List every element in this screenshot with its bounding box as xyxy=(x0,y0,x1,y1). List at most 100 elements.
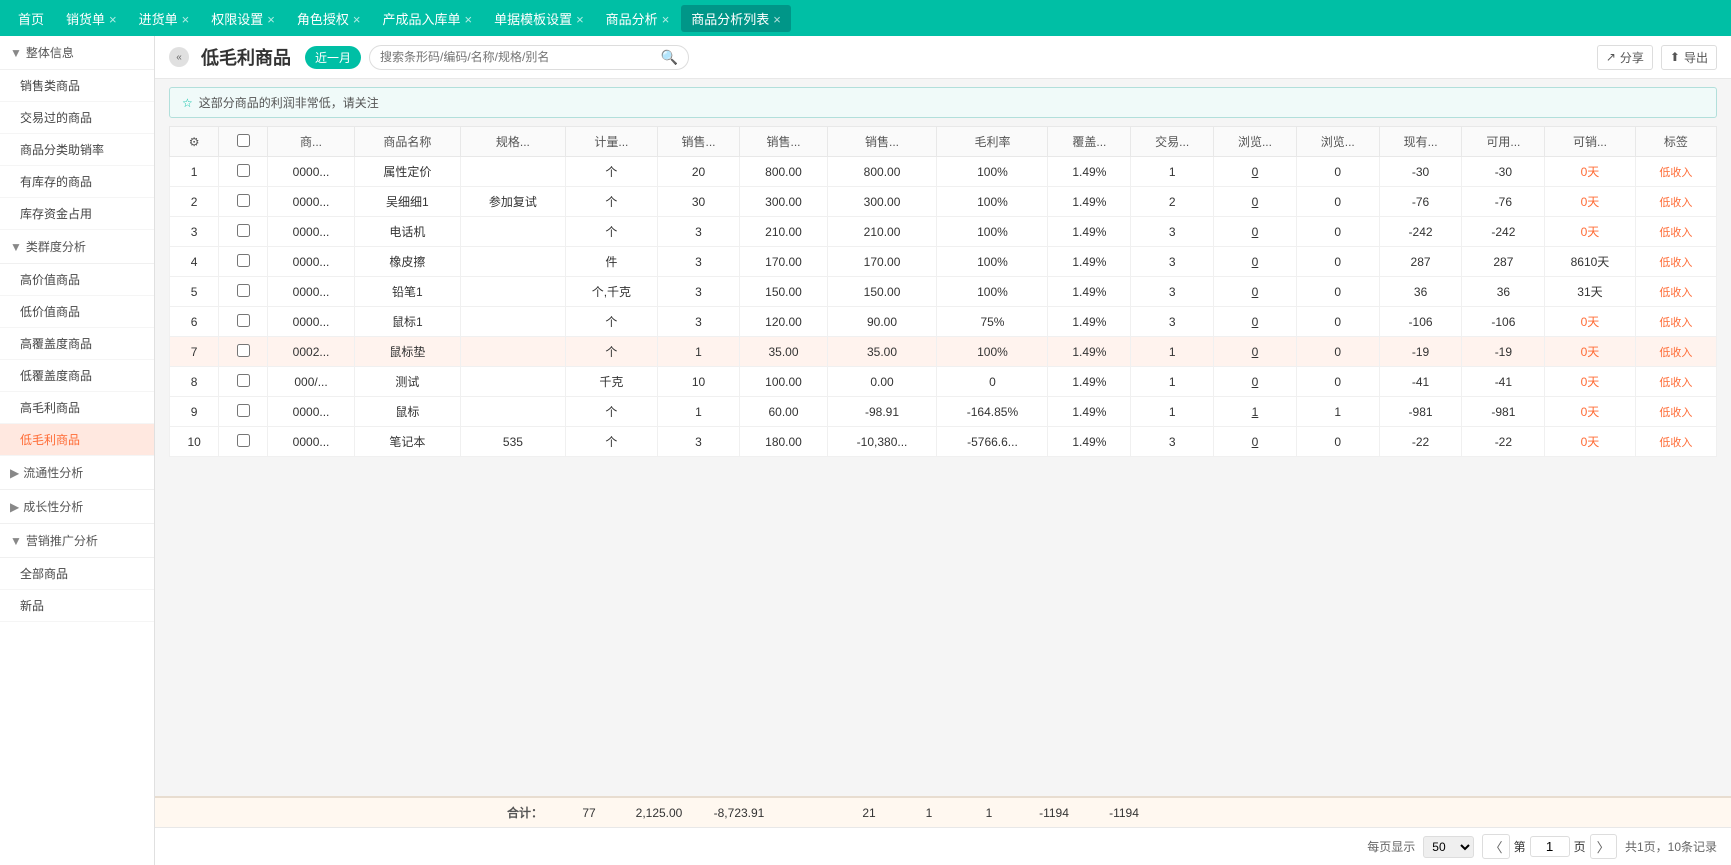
sidebar-item-traded-products[interactable]: 交易过的商品 xyxy=(0,102,154,134)
row-price1: 800.00 xyxy=(740,157,827,187)
browse-link[interactable]: 0 xyxy=(1252,315,1259,329)
sidebar-item-all-products[interactable]: 全部商品 xyxy=(0,558,154,590)
row-browse1[interactable]: 0 xyxy=(1214,277,1297,307)
col-stock-header[interactable]: 现有... xyxy=(1379,127,1462,157)
browse-link[interactable]: 0 xyxy=(1252,225,1259,239)
row-select-checkbox[interactable] xyxy=(237,344,250,357)
row-checkbox[interactable] xyxy=(219,427,268,457)
col-price2-header[interactable]: 销售... xyxy=(827,127,937,157)
col-settings[interactable]: ⚙ xyxy=(170,127,219,157)
sidebar-item-low-value[interactable]: 低价值商品 xyxy=(0,296,154,328)
page-size-select[interactable]: 50 20 100 200 xyxy=(1423,836,1474,858)
search-icon[interactable]: 🔍 xyxy=(661,49,678,66)
sidebar-item-sales-products[interactable]: 销售类商品 xyxy=(0,70,154,102)
browse-link[interactable]: 0 xyxy=(1252,255,1259,269)
col-name-header[interactable]: 商品名称 xyxy=(355,127,461,157)
next-page-btn[interactable]: 〉 xyxy=(1590,834,1617,859)
nav-permission[interactable]: 权限设置× xyxy=(201,5,285,32)
col-price1-header[interactable]: 销售... xyxy=(740,127,827,157)
nav-product-analysis-list[interactable]: 商品分析列表× xyxy=(681,5,791,32)
sidebar-item-stock-capital[interactable]: 库存资金占用 xyxy=(0,198,154,230)
sidebar-group-circulation[interactable]: ▶流通性分析 xyxy=(0,456,154,490)
sidebar-group-marketing[interactable]: ▼营销推广分析 xyxy=(0,524,154,558)
nav-product-analysis[interactable]: 商品分析× xyxy=(596,5,680,32)
row-browse1[interactable]: 0 xyxy=(1214,247,1297,277)
row-select-checkbox[interactable] xyxy=(237,434,250,447)
search-input[interactable] xyxy=(380,50,657,64)
col-avail-header[interactable]: 可用... xyxy=(1462,127,1545,157)
row-select-checkbox[interactable] xyxy=(237,164,250,177)
row-checkbox[interactable] xyxy=(219,367,268,397)
browse-link[interactable]: 0 xyxy=(1252,165,1259,179)
col-code-header[interactable]: 商... xyxy=(267,127,354,157)
nav-purchase[interactable]: 进货单× xyxy=(129,5,200,32)
sidebar-group-overall[interactable]: ▼整体信息 xyxy=(0,36,154,70)
sidebar-item-high-value[interactable]: 高价值商品 xyxy=(0,264,154,296)
prev-page-btn[interactable]: 〈 xyxy=(1482,834,1509,859)
row-select-checkbox[interactable] xyxy=(237,224,250,237)
row-select-checkbox[interactable] xyxy=(237,314,250,327)
row-browse1[interactable]: 1 xyxy=(1214,397,1297,427)
sidebar-item-in-stock[interactable]: 有库存的商品 xyxy=(0,166,154,198)
row-select-checkbox[interactable] xyxy=(237,404,250,417)
nav-product-inbound[interactable]: 产成品入库单× xyxy=(372,5,482,32)
sidebar-item-high-margin[interactable]: 高毛利商品 xyxy=(0,392,154,424)
row-browse1[interactable]: 0 xyxy=(1214,217,1297,247)
nav-home[interactable]: 首页 xyxy=(8,5,54,32)
sidebar-item-category-rate[interactable]: 商品分类助销率 xyxy=(0,134,154,166)
row-browse1[interactable]: 0 xyxy=(1214,187,1297,217)
browse-link[interactable]: 0 xyxy=(1252,435,1259,449)
sidebar-collapse-btn[interactable]: « xyxy=(169,47,189,67)
browse-link[interactable]: 1 xyxy=(1252,405,1259,419)
row-price1: 60.00 xyxy=(740,397,827,427)
row-checkbox[interactable] xyxy=(219,307,268,337)
nav-role[interactable]: 角色授权× xyxy=(287,5,371,32)
row-browse1[interactable]: 0 xyxy=(1214,307,1297,337)
share-btn[interactable]: ↗ 分享 xyxy=(1597,45,1653,70)
row-checkbox[interactable] xyxy=(219,397,268,427)
col-saleable-header[interactable]: 可销... xyxy=(1545,127,1635,157)
col-checkbox[interactable] xyxy=(219,127,268,157)
row-select-checkbox[interactable] xyxy=(237,254,250,267)
filter-month-btn[interactable]: 近一月 xyxy=(305,46,361,69)
row-checkbox[interactable] xyxy=(219,157,268,187)
nav-sales[interactable]: 销货单× xyxy=(56,5,127,32)
col-spec-header[interactable]: 规格... xyxy=(460,127,566,157)
row-checkbox[interactable] xyxy=(219,337,268,367)
col-browse1-header[interactable]: 浏览... xyxy=(1214,127,1297,157)
browse-link[interactable]: 0 xyxy=(1252,375,1259,389)
row-browse1[interactable]: 0 xyxy=(1214,337,1297,367)
row-checkbox[interactable] xyxy=(219,187,268,217)
nav-template[interactable]: 单据模板设置× xyxy=(484,5,594,32)
export-btn[interactable]: ⬆ 导出 xyxy=(1661,45,1717,70)
row-select-checkbox[interactable] xyxy=(237,284,250,297)
col-unit-header[interactable]: 计量... xyxy=(566,127,657,157)
settings-icon[interactable]: ⚙ xyxy=(189,135,200,149)
sidebar-item-low-coverage[interactable]: 低覆盖度商品 xyxy=(0,360,154,392)
col-trade-header[interactable]: 交易... xyxy=(1131,127,1214,157)
row-select-checkbox[interactable] xyxy=(237,194,250,207)
col-qty-header[interactable]: 销售... xyxy=(657,127,740,157)
row-checkbox[interactable] xyxy=(219,247,268,277)
sidebar-item-low-margin[interactable]: 低毛利商品 xyxy=(0,424,154,456)
col-browse2-header[interactable]: 浏览... xyxy=(1296,127,1379,157)
browse-link[interactable]: 0 xyxy=(1252,195,1259,209)
table-container[interactable]: ⚙ 商... 商品名称 规格... 计量... 销售... 销售... 销售..… xyxy=(155,118,1731,796)
row-browse1[interactable]: 0 xyxy=(1214,427,1297,457)
sidebar-item-high-coverage[interactable]: 高覆盖度商品 xyxy=(0,328,154,360)
select-all-checkbox[interactable] xyxy=(237,134,250,147)
sidebar-group-cluster[interactable]: ▼类群度分析 xyxy=(0,230,154,264)
col-margin-header[interactable]: 毛利率 xyxy=(937,127,1048,157)
col-coverage-header[interactable]: 覆盖... xyxy=(1048,127,1131,157)
row-select-checkbox[interactable] xyxy=(237,374,250,387)
page-number-input[interactable] xyxy=(1530,836,1570,857)
browse-link[interactable]: 0 xyxy=(1252,345,1259,359)
row-browse1[interactable]: 0 xyxy=(1214,157,1297,187)
sidebar-item-new-products[interactable]: 新品 xyxy=(0,590,154,622)
col-tag-header[interactable]: 标签 xyxy=(1635,127,1716,157)
row-browse1[interactable]: 0 xyxy=(1214,367,1297,397)
browse-link[interactable]: 0 xyxy=(1252,285,1259,299)
row-checkbox[interactable] xyxy=(219,217,268,247)
sidebar-group-growth[interactable]: ▶成长性分析 xyxy=(0,490,154,524)
row-checkbox[interactable] xyxy=(219,277,268,307)
